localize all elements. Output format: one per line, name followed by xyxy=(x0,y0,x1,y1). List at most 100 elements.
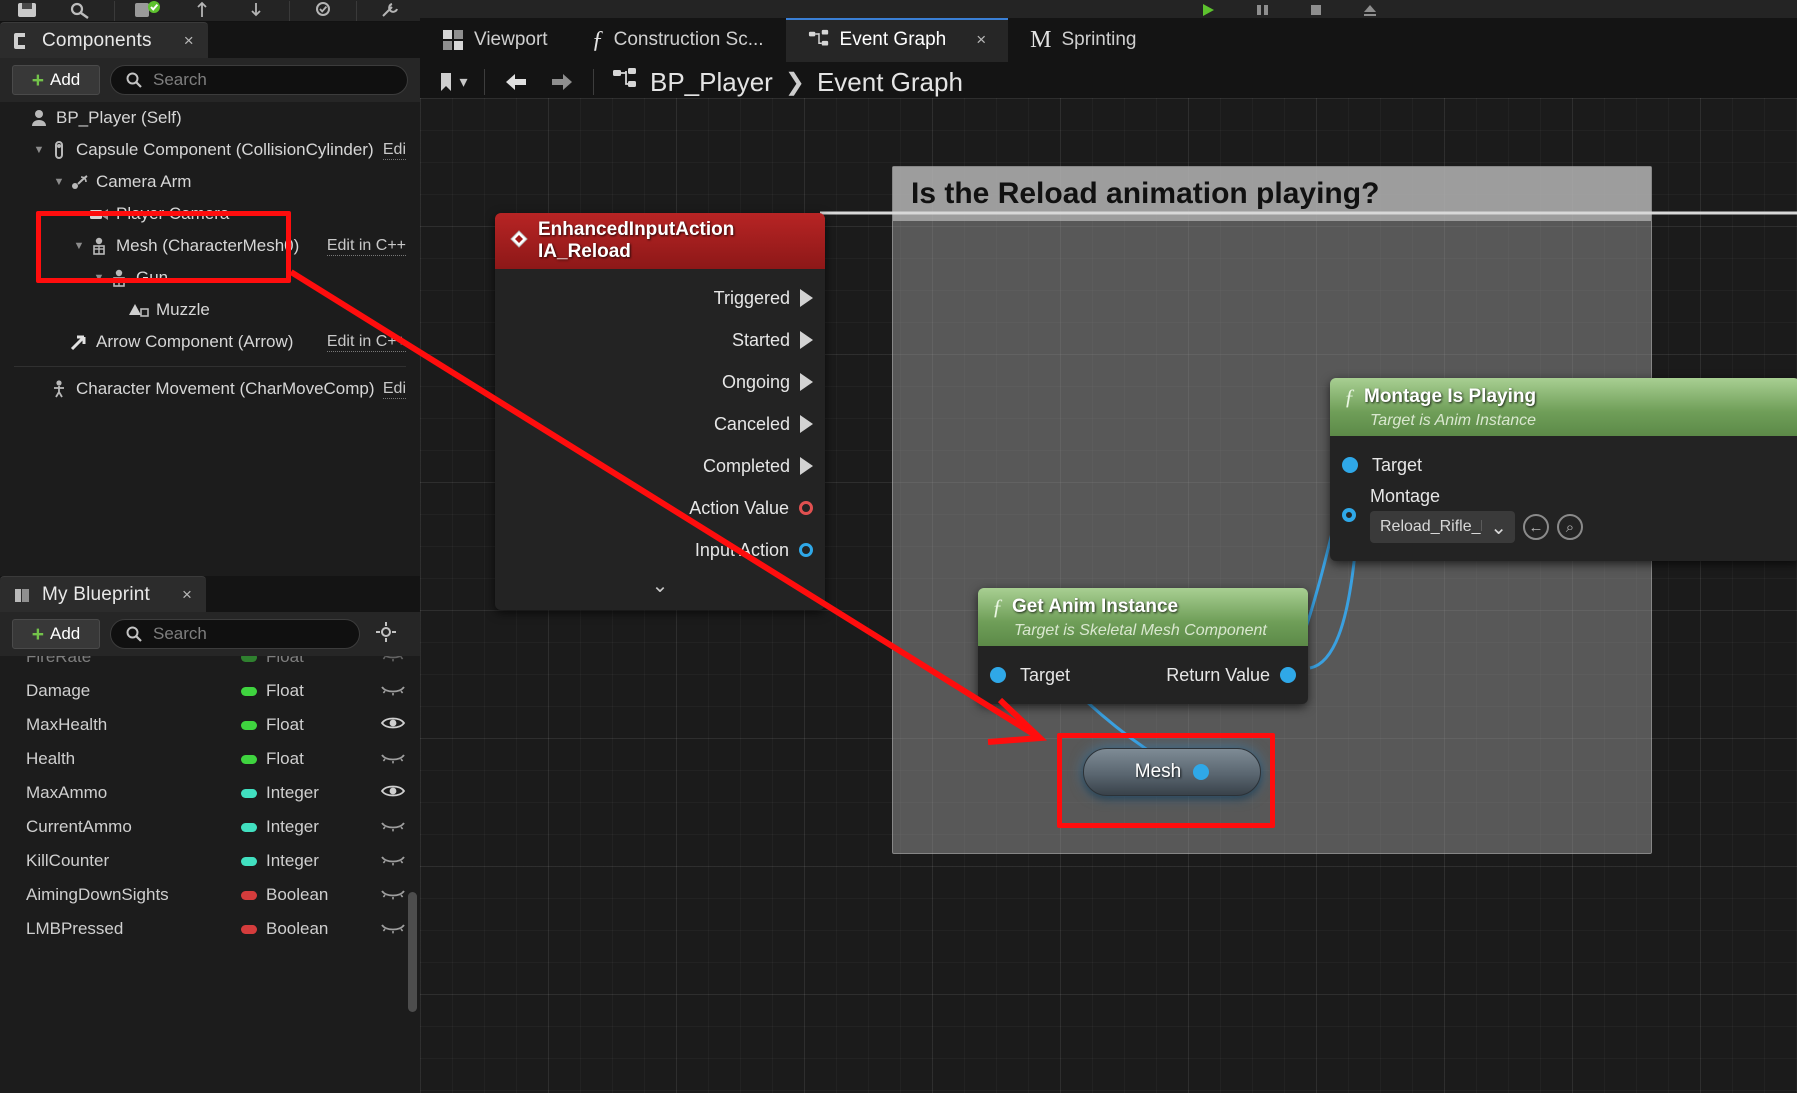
exec-pin-icon[interactable] xyxy=(800,457,813,475)
myblueprint-settings-button[interactable] xyxy=(374,620,398,649)
variable-row-health[interactable]: Health Float xyxy=(0,742,420,776)
return-pin-icon[interactable] xyxy=(1280,667,1296,683)
hide-unrelated-button[interactable] xyxy=(296,0,350,21)
tab-my-blueprint[interactable]: My Blueprint × xyxy=(0,576,206,612)
eye-closed-icon[interactable] xyxy=(380,681,406,702)
close-icon[interactable]: × xyxy=(184,31,194,51)
pin-return-value[interactable]: Return Value xyxy=(1166,665,1296,686)
exec-pin-icon[interactable] xyxy=(800,415,813,433)
exec-pin-icon[interactable] xyxy=(800,331,813,349)
variable-row-aimingdownsights[interactable]: AimingDownSights Boolean xyxy=(0,878,420,912)
tree-row[interactable]: ▼ Capsule Component (CollisionCylinder) xyxy=(0,134,420,166)
pin-triggered[interactable]: Triggered xyxy=(495,277,825,319)
component-tree-item-muzzle[interactable]: ▼Muzzle xyxy=(0,294,420,326)
eye-closed-icon[interactable] xyxy=(380,656,406,668)
collapse-node-button[interactable]: ⌄ xyxy=(495,571,825,602)
pin-target[interactable]: Target xyxy=(1330,444,1797,486)
components-search-input[interactable]: Search xyxy=(153,70,207,90)
node-get-anim-instance[interactable]: ƒ Get Anim Instance Target is Skeletal M… xyxy=(978,588,1308,704)
tab-viewport[interactable]: Viewport xyxy=(420,18,570,62)
eye-open-icon[interactable] xyxy=(380,783,406,804)
close-icon[interactable]: × xyxy=(182,585,192,605)
variable-row-damage[interactable]: Damage Float xyxy=(0,674,420,708)
add-component-button[interactable]: + Add xyxy=(12,65,100,95)
chevron-down-icon[interactable]: ⌄ xyxy=(1490,515,1507,540)
variable-row-killcounter[interactable]: KillCounter Integer xyxy=(0,844,420,878)
pin-input-action[interactable]: Input Action xyxy=(495,529,825,571)
variable-row-firerate[interactable]: FireRate Float xyxy=(0,656,420,674)
montage-dropdown[interactable]: Reload_Rifle_Hip ⌄ xyxy=(1370,511,1515,543)
component-tree-item-character-movement-charmovecomp[interactable]: ▼Character Movement (CharMoveComp)Edi xyxy=(0,373,420,405)
target-pin-icon[interactable] xyxy=(990,667,1006,683)
save-button[interactable] xyxy=(0,0,54,21)
tab-sprinting[interactable]: M Sprinting xyxy=(1008,18,1158,62)
breadcrumb-leaf[interactable]: Event Graph xyxy=(817,67,963,98)
add-variable-button[interactable]: + Add xyxy=(12,619,100,649)
eye-open-icon[interactable] xyxy=(380,715,406,736)
pin-ongoing[interactable]: Ongoing xyxy=(495,361,825,403)
edit-in-cpp-link[interactable]: Edi xyxy=(382,380,406,399)
variables-scrollbar[interactable] xyxy=(408,892,417,1012)
tree-row[interactable]: ▼Character Movement (CharMoveComp) xyxy=(0,373,420,405)
tree-row[interactable]: ▼BP_Player (Self) xyxy=(0,102,420,134)
exec-pin-icon[interactable] xyxy=(800,373,813,391)
navigate-back-button[interactable] xyxy=(493,63,539,101)
class-settings-button[interactable] xyxy=(363,0,417,21)
variable-row-maxammo[interactable]: MaxAmmo Integer xyxy=(0,776,420,810)
variable-type: Float xyxy=(266,681,304,700)
component-tree-item-bp-player-self[interactable]: ▼BP_Player (Self) xyxy=(0,102,420,134)
arrow-left-icon xyxy=(506,74,526,90)
components-search-box[interactable]: Search xyxy=(110,65,408,95)
montage-pin-icon[interactable] xyxy=(1342,508,1356,522)
bookmark-button[interactable]: ▾ xyxy=(430,63,476,101)
pin-started[interactable]: Started xyxy=(495,319,825,361)
tree-row[interactable]: ▼ Camera Arm xyxy=(0,166,420,198)
browse-button[interactable] xyxy=(54,0,108,21)
pin-completed[interactable]: Completed xyxy=(495,445,825,487)
variable-row-maxhealth[interactable]: MaxHealth Float xyxy=(0,708,420,742)
search-asset-button[interactable]: ⌕ xyxy=(1557,514,1583,540)
compile-button[interactable] xyxy=(121,0,175,21)
tab-label: Sprinting xyxy=(1061,29,1137,50)
data-pin-icon[interactable] xyxy=(799,501,813,515)
eye-closed-icon[interactable] xyxy=(380,749,406,770)
find-button[interactable] xyxy=(229,0,283,21)
expand-arrow-icon[interactable]: ▼ xyxy=(30,144,48,156)
component-tree-item-arrow-component-arrow[interactable]: ▼Arrow Component (Arrow)Edit in C++ xyxy=(0,326,420,358)
diff-button[interactable] xyxy=(175,0,229,21)
browse-to-asset-button[interactable]: ← xyxy=(1523,514,1549,540)
component-tree-item-capsule-component-collisioncylinder[interactable]: ▼ Capsule Component (CollisionCylinder) Ed… xyxy=(0,134,420,166)
eye-closed-icon[interactable] xyxy=(380,817,406,838)
pin-target[interactable]: Target xyxy=(990,665,1070,686)
eye-closed-icon[interactable] xyxy=(380,919,406,940)
variable-row-lmbpressed[interactable]: LMBPressed Boolean xyxy=(0,912,420,946)
tab-components[interactable]: Components × xyxy=(0,22,208,58)
breadcrumb-root[interactable]: BP_Player xyxy=(650,67,773,98)
tab-construction-sc[interactable]: ƒ Construction Sc... xyxy=(570,18,786,62)
pin-action-value[interactable]: Action Value xyxy=(495,487,825,529)
edit-in-cpp-link[interactable]: Edi xyxy=(382,141,406,160)
variable-name: AimingDownSights xyxy=(26,885,169,904)
variable-row-currentammo[interactable]: CurrentAmmo Integer xyxy=(0,810,420,844)
component-tree-item-camera-arm[interactable]: ▼ Camera Arm xyxy=(0,166,420,198)
tree-row[interactable]: ▼Muzzle xyxy=(0,294,420,326)
eye-closed-icon[interactable] xyxy=(380,851,406,872)
expand-arrow-icon[interactable]: ▼ xyxy=(50,176,68,188)
myblueprint-search-input[interactable]: Search xyxy=(153,624,207,644)
close-icon[interactable]: × xyxy=(976,30,986,50)
target-pin-icon[interactable] xyxy=(1342,457,1358,473)
pin-canceled[interactable]: Canceled xyxy=(495,403,825,445)
chevron-down-icon[interactable]: ▾ xyxy=(459,72,467,92)
node-enhanced-input-action[interactable]: EnhancedInputAction IA_Reload Triggered S… xyxy=(495,213,825,610)
edit-in-cpp-link[interactable]: Edit in C++ xyxy=(326,333,406,352)
graph-canvas[interactable]: Is the Reload animation playing? Enhance… xyxy=(420,98,1797,1093)
pin-montage[interactable]: Montage Reload_Rifle_Hip ⌄ ← ⌕ xyxy=(1330,486,1797,553)
data-pin-icon[interactable] xyxy=(799,543,813,557)
tab-event-graph[interactable]: Event Graph × xyxy=(785,18,1009,62)
eye-closed-icon[interactable] xyxy=(380,885,406,906)
navigate-forward-button[interactable] xyxy=(539,63,585,101)
myblueprint-search-box[interactable]: Search xyxy=(110,619,360,649)
edit-in-cpp-link[interactable]: Edit in C++ xyxy=(326,237,406,256)
exec-pin-icon[interactable] xyxy=(800,289,813,307)
node-montage-is-playing[interactable]: ƒ Montage Is Playing Target is Anim Inst… xyxy=(1330,378,1797,561)
